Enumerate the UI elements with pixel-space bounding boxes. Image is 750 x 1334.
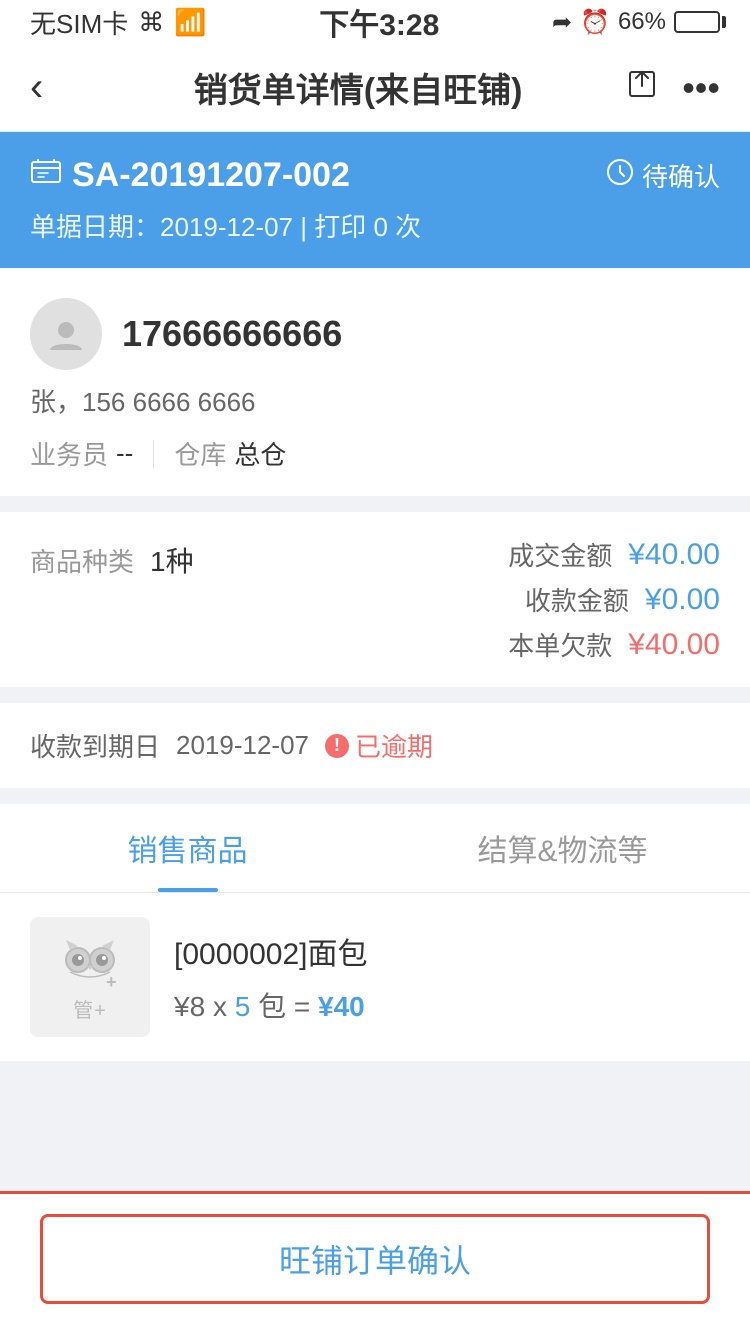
price-text: ¥8 — [174, 991, 205, 1022]
carrier-text: 无SIM卡 — [30, 4, 128, 41]
back-button[interactable]: ‹ — [30, 65, 90, 110]
alarm-icon: ⏰ — [580, 8, 610, 37]
warehouse-info: 仓库 总仓 — [174, 435, 286, 472]
product-thumbnail: + 管+ — [30, 917, 150, 1037]
clock-icon — [606, 158, 634, 193]
status-bar-left: 无SIM卡 ⌘ 📶 — [30, 4, 207, 41]
share-button[interactable] — [626, 67, 658, 109]
customer-info-card: 17666666666 张，156 6666 6666 业务员 -- 仓库 总仓 — [0, 268, 750, 496]
received-amount-value: ¥0.00 — [645, 583, 720, 617]
battery-percent: 66% — [618, 8, 666, 36]
product-thumb-inner: + 管+ — [50, 932, 130, 1023]
battery-icon — [674, 11, 720, 33]
received-amount-line: 收款金额 ¥0.00 — [525, 581, 720, 618]
tabs-bar: 销售商品 结算&物流等 — [0, 804, 750, 893]
thumb-brand-text: 管+ — [73, 994, 107, 1023]
order-date: 单据日期：2019-12-07 — [30, 212, 293, 242]
order-meta: 单据日期：2019-12-07 | 打印 0 次 — [30, 207, 720, 244]
price-equals: = — [294, 991, 318, 1022]
received-amount-label: 收款金额 — [525, 581, 629, 618]
product-name: [0000002]面包 — [174, 929, 720, 973]
tab-sales-products[interactable]: 销售商品 — [0, 804, 375, 892]
summary-right: 成交金额 ¥40.00 收款金额 ¥0.00 本单欠款 ¥40.00 — [508, 536, 720, 663]
salesperson-value: -- — [116, 438, 133, 469]
product-total: ¥40 — [318, 991, 365, 1022]
status-bar: 无SIM卡 ⌘ 📶 下午3:28 ➦ ⏰ 66% — [0, 0, 750, 44]
product-qty: 5 — [235, 991, 251, 1022]
overdue-icon: ! — [325, 734, 349, 758]
confirm-order-label: 旺铺订单确认 — [279, 1236, 471, 1282]
tab-sales-products-label: 销售商品 — [128, 826, 248, 870]
nav-actions: ••• — [626, 67, 720, 109]
bottom-action-bar: 旺铺订单确认 — [0, 1191, 750, 1334]
location-icon: ➦ — [552, 8, 572, 37]
customer-row: 17666666666 — [30, 298, 720, 370]
transaction-amount-value: ¥40.00 — [628, 538, 720, 572]
nav-bar: ‹ 销货单详情(来自旺铺) ••• — [0, 44, 750, 132]
warehouse-value: 总仓 — [234, 435, 286, 472]
product-price: ¥8 x 5 包 = ¥40 — [174, 985, 720, 1025]
order-icon — [30, 157, 62, 194]
due-date-label: 收款到期日 — [30, 727, 160, 764]
order-id: SA-20191207-002 — [30, 156, 350, 195]
product-types-label: 商品种类 — [30, 542, 134, 579]
customer-meta-row: 业务员 -- 仓库 总仓 — [30, 435, 720, 472]
svg-text:+: + — [106, 972, 117, 992]
print-count: 打印 0 次 — [314, 212, 421, 242]
avatar — [30, 298, 102, 370]
status-text: 待确认 — [642, 157, 720, 194]
status-time: 下午3:28 — [319, 0, 439, 44]
more-button[interactable]: ••• — [682, 67, 720, 109]
transaction-amount-label: 成交金额 — [508, 536, 612, 573]
confirm-order-button[interactable]: 旺铺订单确认 — [40, 1214, 710, 1304]
order-separator: | — [300, 212, 314, 242]
overdue-badge: ! 已逾期 — [325, 727, 433, 764]
divider — [153, 440, 154, 468]
transaction-amount-line: 成交金额 ¥40.00 — [508, 536, 720, 573]
product-info: [0000002]面包 ¥8 x 5 包 = ¥40 — [174, 929, 720, 1025]
product-types-value: 1种 — [150, 540, 194, 580]
wifi-label: 📶 — [174, 7, 206, 38]
order-header-card: SA-20191207-002 待确认 单据日期：2019-12-07 | 打印… — [0, 132, 750, 268]
customer-phone: 17666666666 — [122, 313, 342, 355]
owed-amount-line: 本单欠款 ¥40.00 — [508, 626, 720, 663]
product-unit: 包 — [258, 991, 286, 1022]
due-date-card: 收款到期日 2019-12-07 ! 已逾期 — [0, 703, 750, 788]
page-title: 销货单详情(来自旺铺) — [194, 63, 523, 112]
overdue-text: 已逾期 — [355, 727, 433, 764]
order-status-badge: 待确认 — [606, 157, 720, 194]
wifi-icon: ⌘ — [138, 7, 164, 38]
owed-amount-label: 本单欠款 — [508, 626, 612, 663]
status-bar-right: ➦ ⏰ 66% — [552, 8, 720, 37]
summary-card: 商品种类 1种 成交金额 ¥40.00 收款金额 ¥0.00 本单欠款 ¥40.… — [0, 512, 750, 687]
tab-settlement-label: 结算&物流等 — [477, 826, 647, 870]
product-item: + 管+ [0000002]面包 ¥8 x 5 包 = ¥40 — [0, 893, 750, 1061]
due-date-value: 2019-12-07 — [176, 730, 309, 761]
order-id-text: SA-20191207-002 — [72, 156, 350, 195]
header-top-row: SA-20191207-002 待确认 — [30, 156, 720, 195]
price-multiply: x — [213, 991, 235, 1022]
salesperson-info: 业务员 -- — [30, 435, 133, 472]
owed-amount-value: ¥40.00 — [628, 628, 720, 662]
customer-name: 张，156 6666 6666 — [30, 382, 720, 419]
tab-settlement[interactable]: 结算&物流等 — [375, 804, 750, 892]
warehouse-label: 仓库 — [174, 435, 226, 472]
summary-left: 商品种类 1种 — [30, 536, 194, 580]
salesperson-label: 业务员 — [30, 435, 108, 472]
